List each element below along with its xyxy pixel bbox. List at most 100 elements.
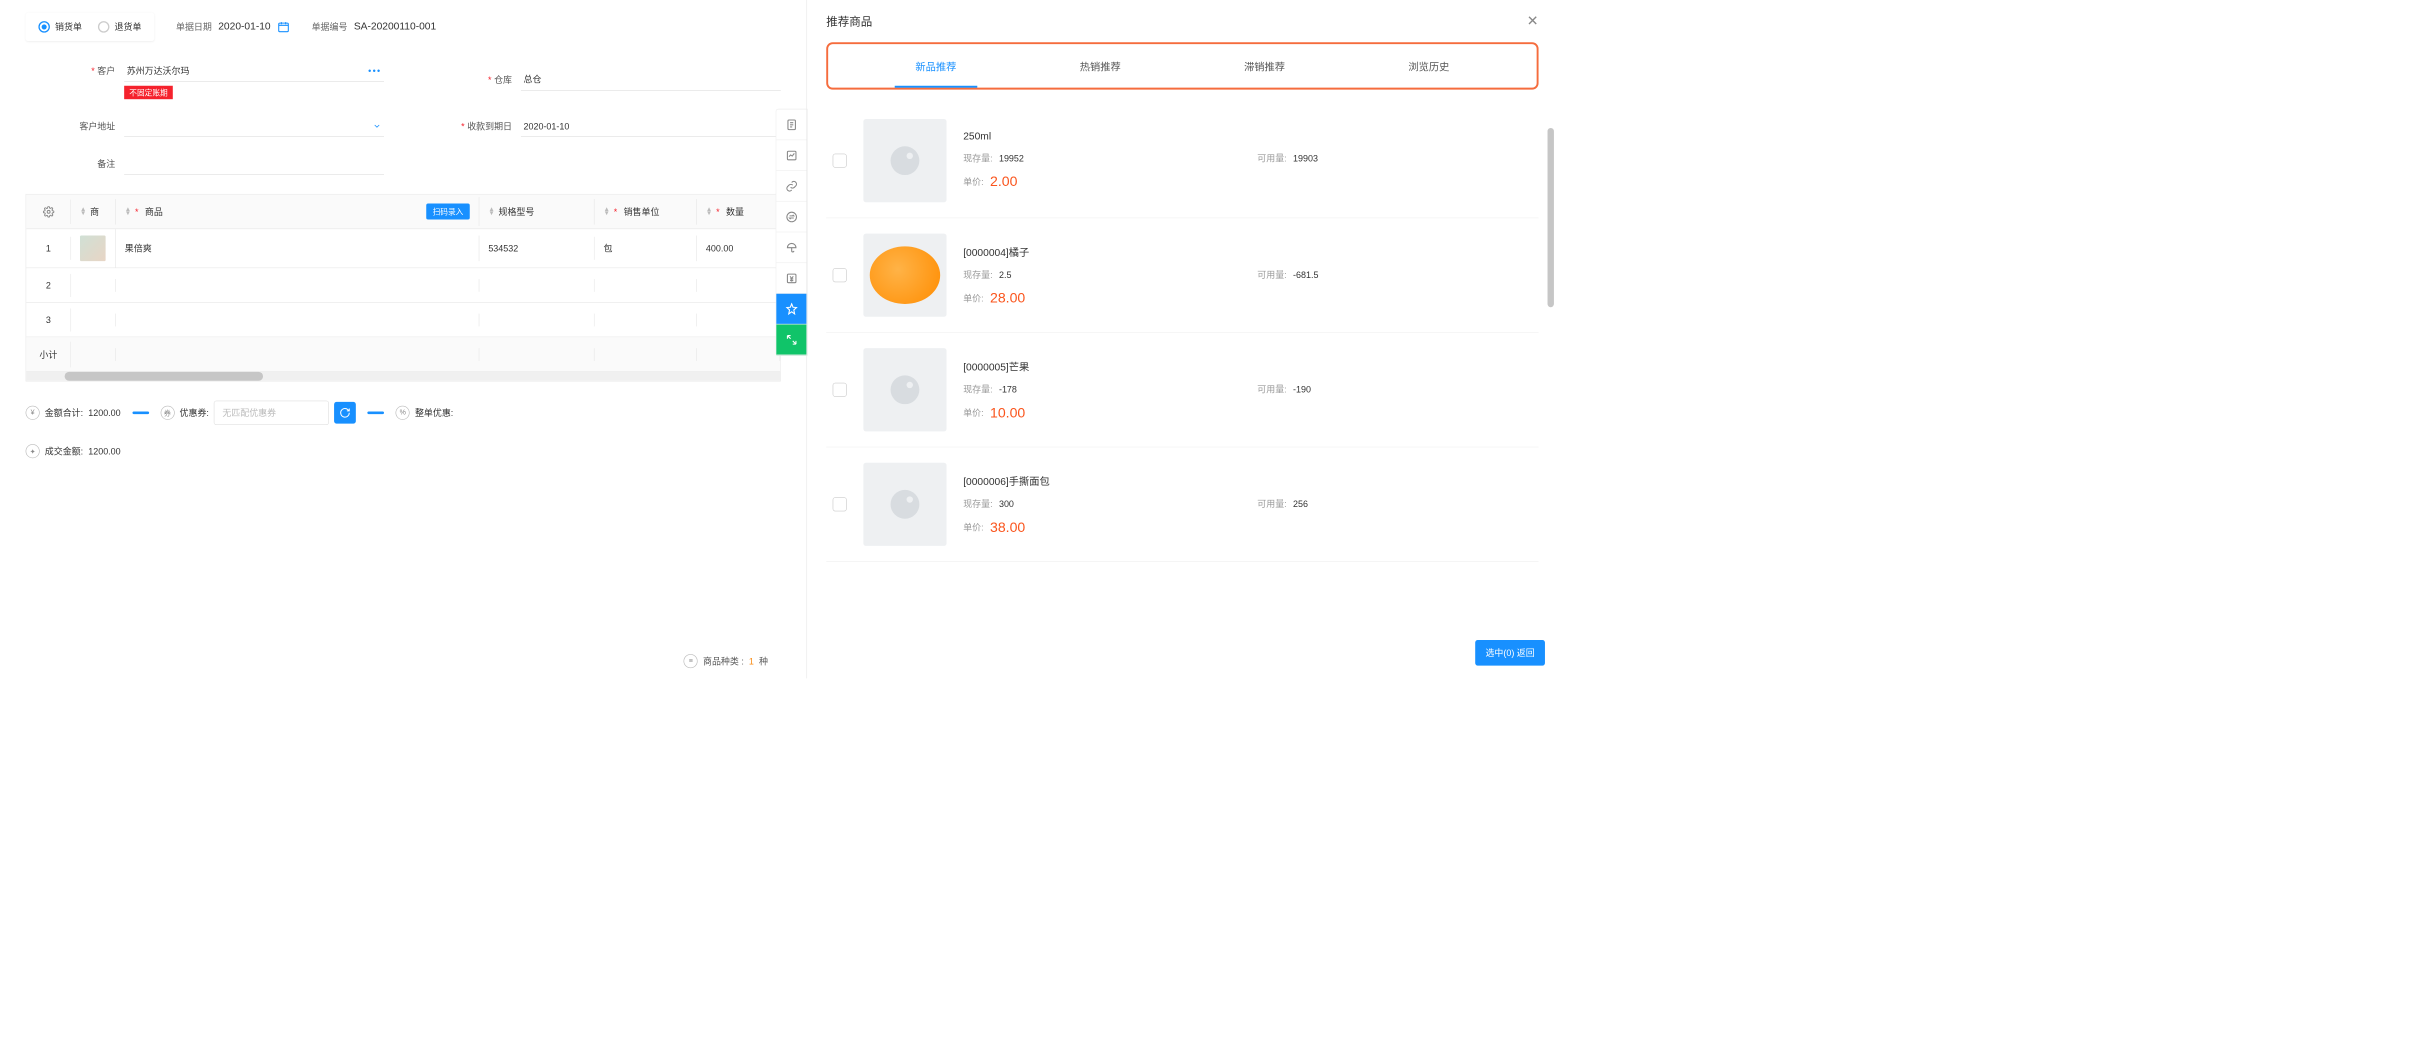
- customer-input[interactable]: 苏州万达沃尔玛 •••: [124, 60, 384, 82]
- product-checkbox[interactable]: [833, 497, 847, 511]
- table-row[interactable]: 2: [26, 268, 780, 303]
- total-label: 金额合计:: [45, 406, 83, 419]
- amount-total: ¥ 金额合计: 1200.00: [26, 406, 121, 420]
- total-value: 1200.00: [88, 408, 120, 418]
- minus-icon: [368, 412, 385, 415]
- table-row[interactable]: 1 果倍爽 534532 包 400.00: [26, 229, 780, 268]
- rail-umbrella-button[interactable]: [776, 232, 807, 263]
- scrollbar-thumb[interactable]: [65, 372, 263, 381]
- due-date-input[interactable]: 2020-01-10: [521, 115, 781, 137]
- total-label: 成交金额:: [45, 445, 83, 458]
- discount-icon: %: [396, 406, 410, 420]
- col-product[interactable]: ▲▼*商品扫码录入: [116, 197, 480, 226]
- radio-sales-order[interactable]: 销货单: [38, 20, 82, 33]
- product-info: [0000004]橘子现存量:2.5可用量:-681.5单价:28.00: [963, 244, 1532, 307]
- tab-hot[interactable]: 热销推荐: [1018, 53, 1182, 79]
- row-index: 1: [26, 237, 71, 260]
- address-select[interactable]: [124, 115, 384, 137]
- remark-input[interactable]: [124, 153, 384, 175]
- deal-amount: ✦ 成交金额: 1200.00: [26, 444, 121, 458]
- col-qty[interactable]: ▲▼*数量: [697, 199, 780, 225]
- radio-return-order[interactable]: 退货单: [98, 20, 142, 33]
- row-spec[interactable]: 534532: [479, 237, 594, 260]
- selected-return-button[interactable]: 选中(0) 返回: [1475, 640, 1545, 666]
- customer-field: *客户 苏州万达沃尔玛 •••: [26, 60, 384, 82]
- tab-slow[interactable]: 滞销推荐: [1182, 53, 1346, 79]
- deal-amount-row: ✦ 成交金额: 1200.00: [26, 444, 781, 458]
- field-label: *客户: [26, 65, 116, 78]
- stock-stat: 现存量:300: [963, 497, 1238, 510]
- rail-currency-button[interactable]: [776, 263, 807, 294]
- rail-expand-button[interactable]: [776, 324, 807, 355]
- sort-icon: ▲▼: [488, 208, 494, 216]
- price-stat: 单价:2.00: [963, 173, 1238, 190]
- total-label: 整单优惠:: [415, 406, 453, 419]
- tab-history[interactable]: 浏览历史: [1347, 53, 1511, 79]
- sort-icon: ▲▼: [706, 208, 712, 216]
- col-spec[interactable]: ▲▼规格型号: [479, 199, 594, 225]
- coupon-input[interactable]: 无匹配优惠券: [214, 401, 329, 425]
- stat-unit: 种: [759, 655, 768, 668]
- rail-chart-button[interactable]: [776, 140, 807, 171]
- row-qty[interactable]: 400.00: [697, 237, 780, 260]
- col-unit[interactable]: ▲▼*销售单位: [595, 199, 697, 225]
- field-label: *收款到期日: [422, 120, 512, 133]
- row-product[interactable]: 果倍爽: [116, 236, 480, 262]
- doc-date-field[interactable]: 单据日期 2020-01-10: [173, 20, 289, 33]
- table-row[interactable]: 3: [26, 303, 780, 338]
- field-label: 单据日期: [173, 20, 211, 33]
- product-info: 250ml现存量:19952可用量:19903单价:2.00: [963, 131, 1532, 190]
- product-image: [863, 119, 946, 202]
- horizontal-scrollbar[interactable]: [26, 372, 780, 381]
- product-card[interactable]: [0000004]橘子现存量:2.5可用量:-681.5单价:28.00: [826, 218, 1538, 333]
- product-info: [0000006]手撕面包现存量:300可用量:256单价:38.00: [963, 473, 1532, 536]
- rail-exchange-button[interactable]: [776, 202, 807, 233]
- product-checkbox[interactable]: [833, 268, 847, 282]
- doc-number-field: 单据编号 SA-20200110-001: [309, 20, 436, 33]
- row-unit[interactable]: 包: [595, 236, 697, 262]
- product-card[interactable]: [0000005]芒果现存量:-178可用量:-190单价:10.00: [826, 333, 1538, 448]
- field-label: 备注: [26, 157, 116, 170]
- product-checkbox[interactable]: [833, 154, 847, 168]
- rail-favorite-button[interactable]: [776, 294, 807, 325]
- calendar-icon[interactable]: [277, 20, 290, 33]
- input-value: 苏州万达沃尔玛: [127, 64, 190, 77]
- required-asterisk: *: [135, 206, 138, 216]
- product-card[interactable]: [0000006]手撕面包现存量:300可用量:256单价:38.00: [826, 447, 1538, 562]
- field-label: 单据编号: [309, 20, 347, 33]
- col-image[interactable]: ▲▼商: [71, 199, 116, 225]
- doc-type-radio-group: 销货单 退货单: [26, 13, 155, 41]
- address-field: 客户地址: [26, 115, 384, 137]
- close-icon[interactable]: ✕: [1527, 13, 1539, 30]
- refresh-coupon-button[interactable]: [334, 402, 356, 424]
- price-stat: 单价:10.00: [963, 404, 1238, 421]
- rail-link-button[interactable]: [776, 171, 807, 202]
- form-grid: *客户 苏州万达沃尔玛 ••• 不固定账期 *仓库 总仓 客户地址: [26, 60, 781, 175]
- gear-icon: [43, 206, 55, 218]
- warehouse-input[interactable]: 总仓: [521, 69, 781, 91]
- settings-header[interactable]: [26, 199, 71, 223]
- total-label: 优惠券:: [180, 406, 209, 419]
- row-index: 2: [26, 274, 71, 297]
- stat-label: 商品种类 :: [703, 655, 744, 668]
- field-label: 客户地址: [26, 120, 116, 133]
- totals-row: ¥ 金额合计: 1200.00 券 优惠券: 无匹配优惠券 % 整单优惠:: [26, 401, 781, 425]
- coupon-field: 券 优惠券: 无匹配优惠券: [160, 401, 356, 425]
- customer-tag: 不固定账期: [124, 86, 173, 99]
- required-asterisk: *: [461, 121, 464, 131]
- available-stat: 可用量:-681.5: [1257, 268, 1532, 281]
- row-index: 3: [26, 308, 71, 331]
- product-list[interactable]: 250ml现存量:19952可用量:19903单价:2.00 [0000004]橘…: [807, 97, 1558, 678]
- total-value: 1200.00: [88, 446, 120, 456]
- product-card[interactable]: 250ml现存量:19952可用量:19903单价:2.00: [826, 104, 1538, 219]
- rail-doc-button[interactable]: [776, 109, 807, 140]
- product-image: [863, 234, 946, 317]
- product-checkbox[interactable]: [833, 383, 847, 397]
- radio-icon: [98, 21, 110, 33]
- product-name: [0000005]芒果: [963, 358, 1532, 373]
- more-icon[interactable]: •••: [368, 66, 381, 76]
- scan-input-button[interactable]: 扫码录入: [426, 204, 470, 220]
- vertical-scrollbar[interactable]: [1548, 128, 1554, 307]
- tab-new[interactable]: 新品推荐: [854, 53, 1018, 79]
- row-thumb: [71, 229, 116, 267]
